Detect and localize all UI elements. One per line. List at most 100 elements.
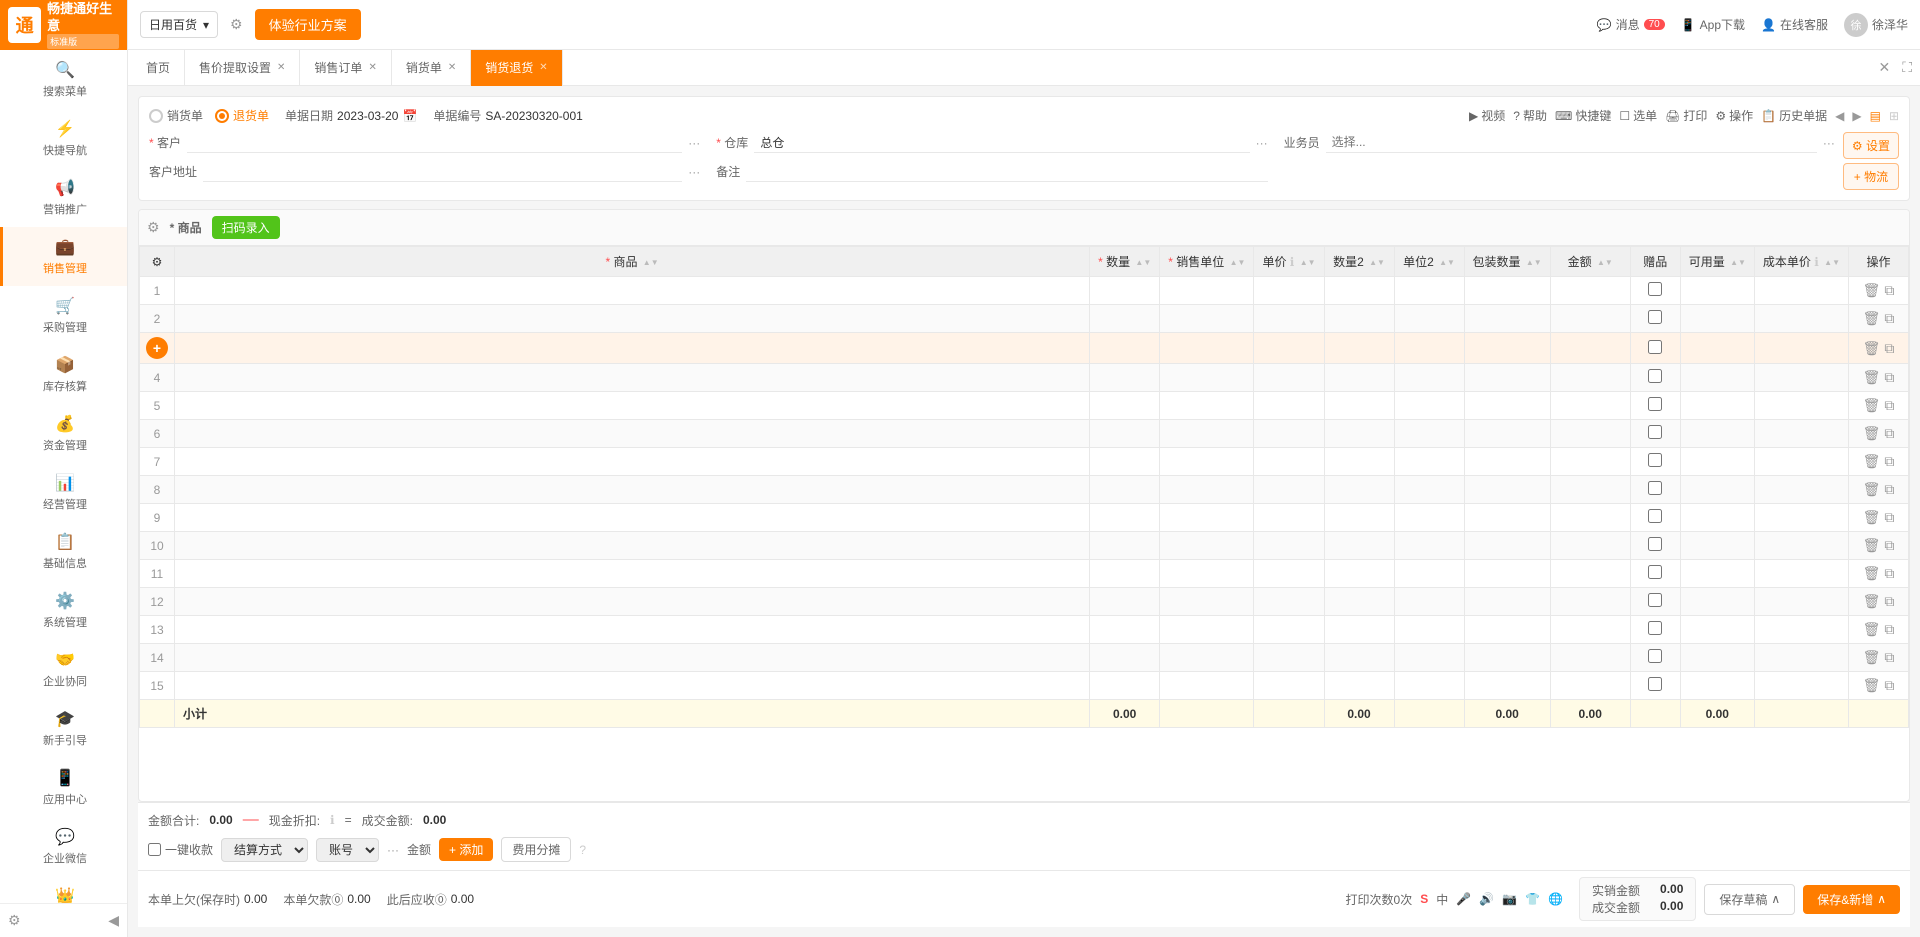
- gift-checkbox[interactable]: [1648, 481, 1662, 495]
- row-cost-cell[interactable]: [1754, 504, 1848, 532]
- copy-icon[interactable]: ⧉: [1884, 310, 1894, 327]
- history-btn[interactable]: 📋 历史单据: [1761, 107, 1827, 124]
- account-dots[interactable]: ···: [387, 843, 399, 857]
- row-unit2-cell[interactable]: [1394, 532, 1464, 560]
- delete-icon[interactable]: 🗑: [1863, 282, 1881, 299]
- row-cost-cell[interactable]: [1754, 616, 1848, 644]
- row-price-cell[interactable]: [1254, 305, 1324, 333]
- tab-sales-return-close[interactable]: ✕: [539, 62, 547, 73]
- sidebar-item-enterprise[interactable]: 🤝 企业协同: [0, 640, 127, 699]
- sidebar-item-marketing[interactable]: 📢 营销推广: [0, 168, 127, 227]
- gift-checkbox[interactable]: [1648, 565, 1662, 579]
- row-pack-cell[interactable]: [1464, 476, 1550, 504]
- discount-info-icon[interactable]: ℹ: [330, 813, 335, 827]
- row-unit-cell[interactable]: [1160, 504, 1254, 532]
- row-qty2-cell[interactable]: [1324, 420, 1394, 448]
- row-cost-cell[interactable]: [1754, 644, 1848, 672]
- row-product-cell[interactable]: [175, 560, 1090, 588]
- row-qty-cell[interactable]: [1090, 420, 1160, 448]
- row-amount-cell[interactable]: [1550, 392, 1630, 420]
- delete-icon[interactable]: 🗑: [1863, 649, 1881, 666]
- sidebar-item-basic[interactable]: 📋 基础信息: [0, 522, 127, 581]
- row-amount-cell[interactable]: [1550, 448, 1630, 476]
- address-dots[interactable]: ···: [688, 165, 700, 179]
- operate-btn[interactable]: ⚙ 操作: [1715, 107, 1753, 124]
- sort-avail-icon[interactable]: ▲▼: [1730, 259, 1746, 267]
- copy-icon[interactable]: ⧉: [1884, 282, 1894, 299]
- row-amount-cell[interactable]: [1550, 364, 1630, 392]
- row-price-cell[interactable]: [1254, 616, 1324, 644]
- copy-icon[interactable]: ⧉: [1884, 509, 1894, 526]
- row-pack-cell[interactable]: [1464, 560, 1550, 588]
- help-btn[interactable]: ? 帮助: [1513, 107, 1547, 124]
- row-price-cell[interactable]: [1254, 560, 1324, 588]
- maximize-btn[interactable]: ⛶: [1898, 55, 1916, 80]
- row-amount-cell[interactable]: [1550, 644, 1630, 672]
- row-unit2-cell[interactable]: [1394, 644, 1464, 672]
- industry-select[interactable]: 日用百货 ▾: [140, 11, 218, 38]
- delete-icon[interactable]: 🗑: [1863, 310, 1881, 327]
- nav-next-icon[interactable]: ▶: [1852, 109, 1861, 123]
- row-unit2-cell[interactable]: [1394, 392, 1464, 420]
- copy-icon[interactable]: ⧉: [1884, 677, 1894, 694]
- row-product-cell[interactable]: [175, 305, 1090, 333]
- row-pack-cell[interactable]: [1464, 616, 1550, 644]
- row-unit-cell[interactable]: [1160, 616, 1254, 644]
- copy-icon[interactable]: ⧉: [1884, 593, 1894, 610]
- video-btn[interactable]: ▶ 视频: [1469, 107, 1505, 124]
- row-unit2-cell[interactable]: [1394, 504, 1464, 532]
- row-qty-cell[interactable]: [1090, 588, 1160, 616]
- delete-icon[interactable]: 🗑: [1863, 425, 1881, 442]
- copy-icon[interactable]: ⧉: [1884, 649, 1894, 666]
- sidebar-item-purchase[interactable]: 🛒 采购管理: [0, 286, 127, 345]
- row-unit-cell[interactable]: [1160, 305, 1254, 333]
- row-qty-cell[interactable]: [1090, 305, 1160, 333]
- row-price-cell[interactable]: [1254, 420, 1324, 448]
- sort-price-icon[interactable]: ▲▼: [1300, 259, 1316, 267]
- delete-icon[interactable]: 🗑: [1863, 593, 1881, 610]
- add-row-btn[interactable]: +: [146, 337, 168, 359]
- row-unit-cell[interactable]: [1160, 560, 1254, 588]
- row-avail-cell[interactable]: [1680, 644, 1754, 672]
- fee-split-btn[interactable]: 费用分摊: [501, 837, 571, 862]
- row-unit2-cell[interactable]: [1394, 448, 1464, 476]
- row-price-cell[interactable]: [1254, 532, 1324, 560]
- row-product-cell[interactable]: [175, 277, 1090, 305]
- row-qty2-cell[interactable]: [1324, 588, 1394, 616]
- row-price-cell[interactable]: [1254, 672, 1324, 700]
- sidebar-item-wechat[interactable]: 💬 企业微信: [0, 817, 127, 876]
- tab-sales-delivery-close[interactable]: ✕: [448, 62, 456, 73]
- row-unit2-cell[interactable]: [1394, 305, 1464, 333]
- add-amount-cell[interactable]: [1550, 333, 1630, 364]
- sort-qty2-icon[interactable]: ▲▼: [1369, 259, 1385, 267]
- copy-icon[interactable]: ⧉: [1884, 565, 1894, 582]
- gift-checkbox[interactable]: [1648, 310, 1662, 324]
- row-cost-cell[interactable]: [1754, 364, 1848, 392]
- row-unit-cell[interactable]: [1160, 277, 1254, 305]
- delete-icon[interactable]: 🗑: [1863, 509, 1881, 526]
- delete-icon[interactable]: 🗑: [1863, 621, 1881, 638]
- row-avail-cell[interactable]: [1680, 504, 1754, 532]
- row-cost-cell[interactable]: [1754, 277, 1848, 305]
- row-unit-cell[interactable]: [1160, 476, 1254, 504]
- row-pack-cell[interactable]: [1464, 392, 1550, 420]
- row-product-cell[interactable]: [175, 476, 1090, 504]
- sort-amount-icon[interactable]: ▲▼: [1597, 259, 1613, 267]
- logistics-btn[interactable]: + 物流: [1843, 163, 1899, 190]
- delete-icon[interactable]: 🗑: [1863, 677, 1881, 694]
- row-amount-cell[interactable]: [1550, 616, 1630, 644]
- sidebar-settings-btn[interactable]: ⚙: [8, 912, 21, 929]
- row-cost-cell[interactable]: [1754, 392, 1848, 420]
- one-click-checkbox[interactable]: 一键收款: [148, 841, 213, 858]
- gift-checkbox[interactable]: [1648, 369, 1662, 383]
- tab-sales-delivery[interactable]: 销货单✕: [392, 50, 471, 86]
- payment-help-icon[interactable]: ?: [579, 843, 586, 857]
- row-product-cell[interactable]: [175, 364, 1090, 392]
- row-unit-cell[interactable]: [1160, 532, 1254, 560]
- table-settings-icon[interactable]: ⚙: [147, 219, 160, 236]
- message-btn[interactable]: 💬 消息 70: [1597, 16, 1665, 33]
- tab-sales-return[interactable]: 销货退货✕: [471, 50, 562, 86]
- row-price-cell[interactable]: [1254, 476, 1324, 504]
- row-pack-cell[interactable]: [1464, 277, 1550, 305]
- gift-checkbox[interactable]: [1648, 397, 1662, 411]
